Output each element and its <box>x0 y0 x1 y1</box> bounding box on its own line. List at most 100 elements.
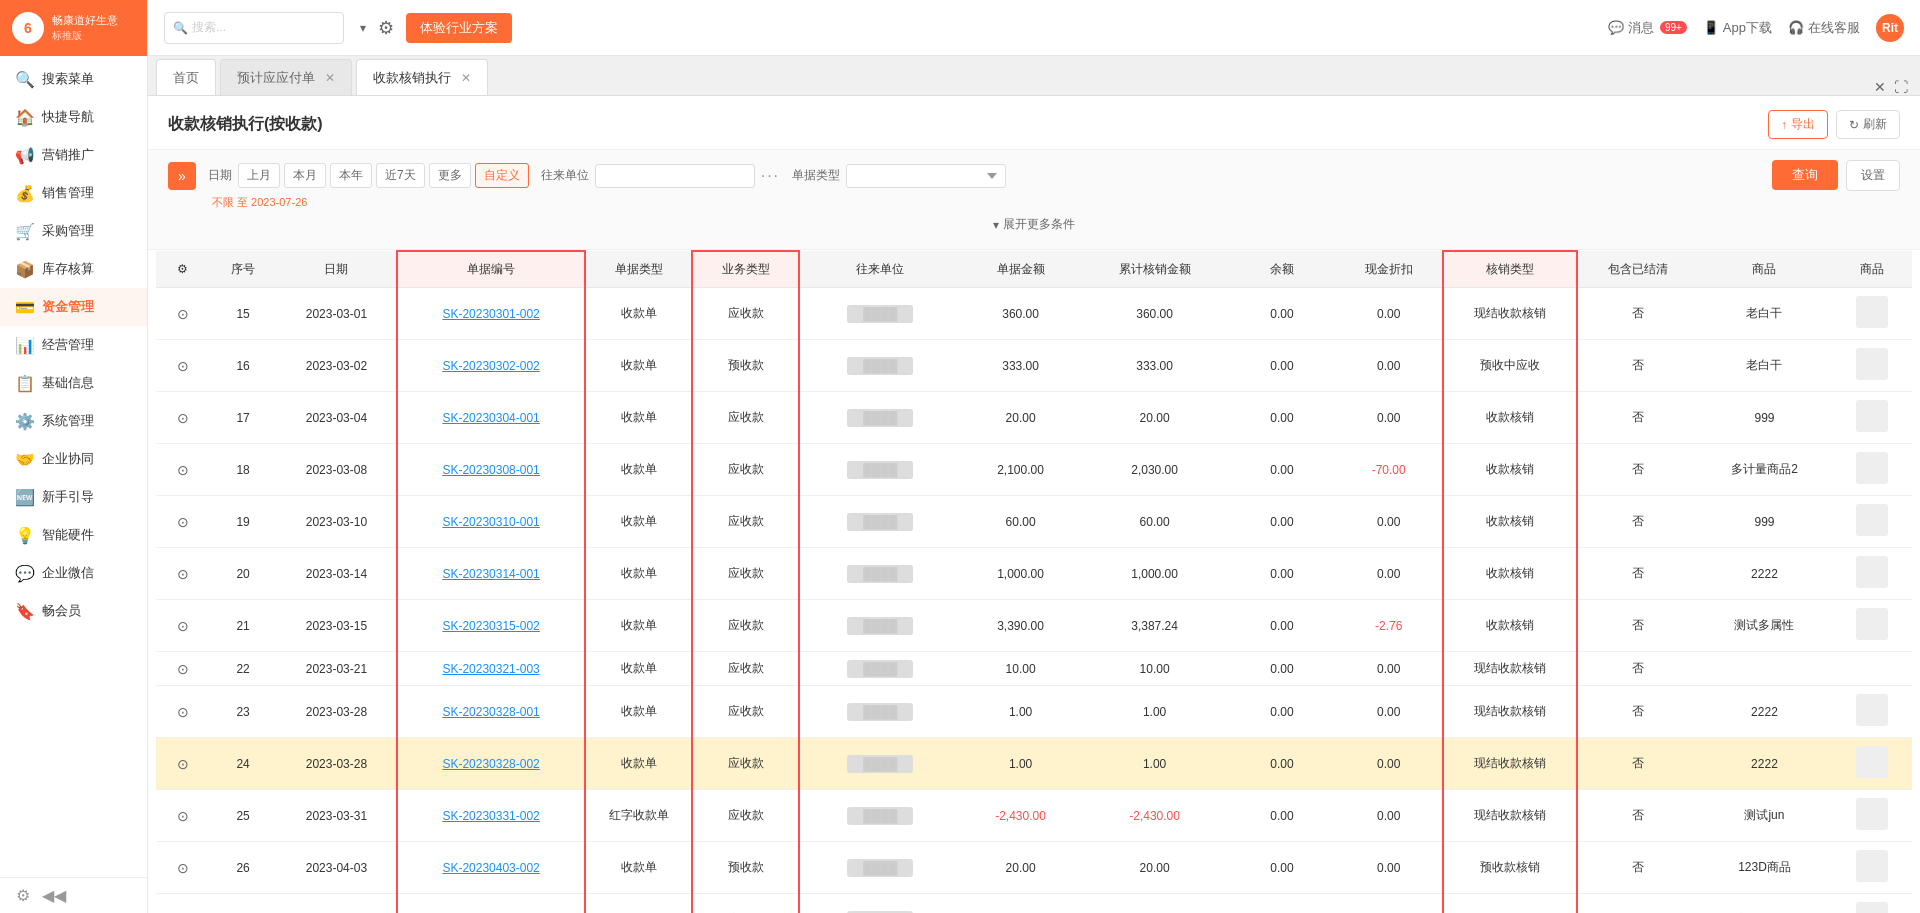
table-row: ⊙252023-03-31SK-20230331-002红字收款单应收款████… <box>156 790 1912 842</box>
col-header-balance: 余额 <box>1228 251 1335 288</box>
row-settings-icon[interactable]: ⊙ <box>177 860 189 876</box>
partner-input[interactable] <box>595 164 755 188</box>
cell-docNo: SK-20230328-001 <box>397 686 585 738</box>
cell-balance: 0.00 <box>1228 288 1335 340</box>
custom-date-btn[interactable]: 自定义 <box>475 163 529 188</box>
doc-link[interactable]: SK-20230308-001 <box>442 463 539 477</box>
app-download-item[interactable]: 📱 App下载 <box>1703 19 1772 37</box>
doc-link[interactable]: SK-20230328-002 <box>442 757 539 771</box>
sidebar-item-quicknav[interactable]: 🏠快捷导航 <box>0 98 147 136</box>
cell-cashDiscount: 0.00 <box>1336 392 1443 444</box>
doc-link[interactable]: SK-20230328-001 <box>442 705 539 719</box>
user-avatar[interactable]: Rit <box>1876 14 1904 42</box>
cell-docType: 收款单 <box>585 548 692 600</box>
more-date-btn[interactable]: 更多 <box>429 163 471 188</box>
maximize-icon[interactable]: ⛶ <box>1894 79 1908 95</box>
refresh-button[interactable]: ↻ 刷新 <box>1836 110 1900 139</box>
this-year-btn[interactable]: 本年 <box>330 163 372 188</box>
filter-expand-btn[interactable]: » <box>168 162 196 190</box>
support-item[interactable]: 🎧 在线客服 <box>1788 19 1860 37</box>
cell-goods: 123D商品 <box>1697 842 1831 894</box>
row-settings-icon[interactable]: ⊙ <box>177 704 189 720</box>
tab-collection[interactable]: 收款核销执行✕ <box>356 59 488 95</box>
cell-date: 2023-03-28 <box>277 738 398 790</box>
expand-more-bar[interactable]: ▾ 展开更多条件 <box>168 210 1900 239</box>
topbar-gear-icon[interactable]: ⚙ <box>378 17 394 39</box>
member-icon: 🔖 <box>16 602 34 620</box>
messages-item[interactable]: 💬 消息 99+ <box>1608 19 1687 37</box>
cell-balance: 0.00 <box>1228 392 1335 444</box>
logo-text: 畅康道好生意 标推版 <box>52 13 118 42</box>
row-settings-icon[interactable]: ⊙ <box>177 410 189 426</box>
last-7days-btn[interactable]: 近7天 <box>376 163 425 188</box>
row-settings-icon[interactable]: ⊙ <box>177 618 189 634</box>
filter-doctype-item: 单据类型 <box>792 164 1006 188</box>
row-settings-icon[interactable]: ⊙ <box>177 566 189 582</box>
filter-dots[interactable]: ··· <box>761 167 780 185</box>
doc-link[interactable]: SK-20230315-002 <box>442 619 539 633</box>
doc-link[interactable]: SK-20230331-002 <box>442 809 539 823</box>
sidebar-item-sales[interactable]: 💰销售管理 <box>0 174 147 212</box>
this-month-btn[interactable]: 本月 <box>284 163 326 188</box>
cell-goods2 <box>1831 288 1912 340</box>
export-button[interactable]: ↑ 导出 <box>1768 110 1828 139</box>
sidebar-item-system[interactable]: ⚙️系统管理 <box>0 402 147 440</box>
cell-goods: 测试jun <box>1697 790 1831 842</box>
col-header-docType: 单据类型 <box>585 251 692 288</box>
last-month-btn[interactable]: 上月 <box>238 163 280 188</box>
row-settings-icon[interactable]: ⊙ <box>177 306 189 322</box>
sales-icon: 💰 <box>16 184 34 202</box>
doc-link[interactable]: SK-20230304-001 <box>442 411 539 425</box>
col-header-cashDiscount: 现金折扣 <box>1336 251 1443 288</box>
row-settings-icon[interactable]: ⊙ <box>177 661 189 677</box>
query-button[interactable]: 查询 <box>1772 160 1838 190</box>
tab-home[interactable]: 首页 <box>156 59 216 95</box>
row-settings-icon[interactable]: ⊙ <box>177 756 189 772</box>
cell-partner: ████ <box>799 842 960 894</box>
sidebar-item-finance[interactable]: 💳资金管理 <box>0 288 147 326</box>
page-area: 收款核销执行(按收款) ↑ 导出 ↻ 刷新 » <box>148 96 1920 913</box>
doc-link[interactable]: SK-20230403-002 <box>442 861 539 875</box>
sidebar-item-hardware[interactable]: 💡智能硬件 <box>0 516 147 554</box>
settings-bottom-icon[interactable]: ⚙ <box>16 886 30 905</box>
doc-link[interactable]: SK-20230301-002 <box>442 307 539 321</box>
cell-docNo: SK-20230328-002 <box>397 738 585 790</box>
doc-link[interactable]: SK-20230302-002 <box>442 359 539 373</box>
solution-button[interactable]: 体验行业方案 <box>406 13 512 43</box>
topbar-dropdown[interactable]: ▾ <box>356 21 366 35</box>
row-settings-icon[interactable]: ⊙ <box>177 358 189 374</box>
tab-prepay[interactable]: 预计应应付单✕ <box>220 59 352 95</box>
sidebar-label-system: 系统管理 <box>42 412 94 430</box>
settings-filter-btn[interactable]: 设置 <box>1846 160 1900 191</box>
sidebar-item-operations[interactable]: 📊经营管理 <box>0 326 147 364</box>
cell-writeoffType: 收款核销 <box>1443 496 1577 548</box>
cell-settings: ⊙ <box>156 340 210 392</box>
tab-close-collection[interactable]: ✕ <box>461 71 471 85</box>
sidebar-item-search[interactable]: 🔍搜索菜单 <box>0 60 147 98</box>
cell-settings: ⊙ <box>156 790 210 842</box>
doc-link[interactable]: SK-20230310-001 <box>442 515 539 529</box>
row-settings-icon[interactable]: ⊙ <box>177 514 189 530</box>
doc-link[interactable]: SK-20230321-003 <box>442 662 539 676</box>
collapse-icon[interactable]: ◀◀ <box>42 886 66 905</box>
sidebar-item-enterprise[interactable]: 🤝企业协同 <box>0 440 147 478</box>
sidebar-item-guide[interactable]: 🆕新手引导 <box>0 478 147 516</box>
tab-close-prepay[interactable]: ✕ <box>325 71 335 85</box>
sidebar-item-inventory[interactable]: 📦库存核算 <box>0 250 147 288</box>
doc-link[interactable]: SK-20230314-001 <box>442 567 539 581</box>
cell-settings: ⊙ <box>156 686 210 738</box>
sidebar-item-basic[interactable]: 📋基础信息 <box>0 364 147 402</box>
sidebar-logo: 6 畅康道好生意 标推版 <box>0 0 147 56</box>
doctype-select[interactable] <box>846 164 1006 188</box>
search-icon: 🔍 <box>173 21 188 35</box>
close-all-tabs-icon[interactable]: ✕ <box>1874 79 1886 95</box>
sidebar-item-member[interactable]: 🔖畅会员 <box>0 592 147 630</box>
cell-docNo: SK-20230301-002 <box>397 288 585 340</box>
row-settings-icon[interactable]: ⊙ <box>177 462 189 478</box>
sidebar-item-marketing[interactable]: 📢营销推广 <box>0 136 147 174</box>
sidebar-item-purchase[interactable]: 🛒采购管理 <box>0 212 147 250</box>
sidebar-item-wechat[interactable]: 💬企业微信 <box>0 554 147 592</box>
expand-arrow-icon: » <box>178 168 186 184</box>
row-settings-icon[interactable]: ⊙ <box>177 808 189 824</box>
topbar-search-box[interactable]: 🔍 搜索... <box>164 12 344 44</box>
